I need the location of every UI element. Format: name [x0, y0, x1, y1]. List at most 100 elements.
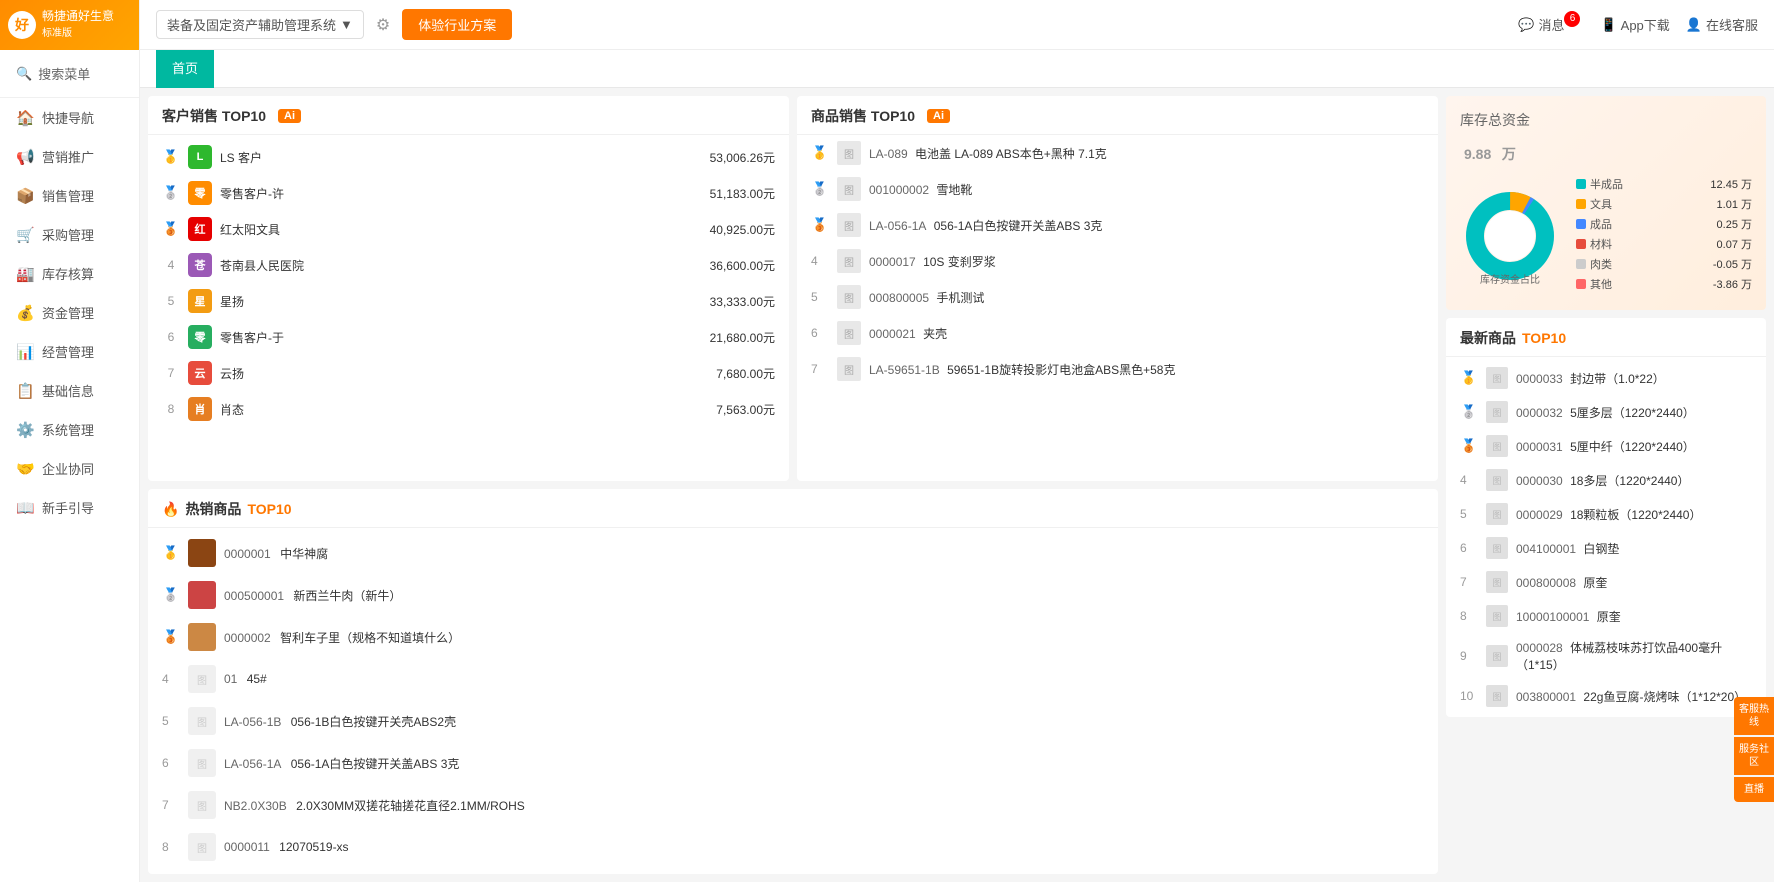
hot-product-code: LA-056-1A — [224, 757, 281, 771]
inventory-icon: 🏭 — [16, 265, 34, 283]
purchase-icon: 🛒 — [16, 226, 34, 244]
new-product-code: 0000031 — [1516, 440, 1563, 454]
new-product-code: 0000028 — [1516, 641, 1563, 655]
sidebar-item-label: 经营管理 — [42, 342, 94, 361]
sidebar-item-management[interactable]: 📊 经营管理 — [0, 332, 139, 371]
legend-value: -3.86 万 — [1713, 276, 1752, 292]
system-selector[interactable]: 装备及固定资产辅助管理系统 ▼ — [156, 10, 364, 39]
online-service-button[interactable]: 👤 在线客服 — [1686, 15, 1758, 34]
customer-avatar: 零 — [188, 181, 212, 205]
hot-product-label: 2.0X30MM双搓花轴搓花直径2.1MM/ROHS — [296, 799, 525, 813]
rank-number: 4 — [162, 672, 180, 686]
legend-name: 文具 — [1590, 196, 1612, 212]
new-product-name: 原奎 — [1583, 576, 1607, 590]
search-icon: 🔍 — [16, 66, 32, 82]
search-menu-button[interactable]: 🔍 搜索菜单 — [8, 58, 131, 89]
cs-live-button[interactable]: 直播 — [1734, 777, 1774, 802]
medal-icon: 🥉 — [162, 221, 180, 237]
customer-ranking-item: 4 苍 苍南县人民医院 36,600.00元 — [148, 247, 789, 283]
legend-item: 文具 1.01 万 — [1576, 196, 1752, 212]
legend-label: 肉类 — [1576, 256, 1713, 272]
new-product-thumb: 图 — [1486, 605, 1508, 627]
hot-product-item: 🥇 0000001 中华神腐 — [148, 532, 1438, 574]
legend-value: -0.05 万 — [1713, 256, 1752, 272]
hot-products-title: 热销商品 — [185, 499, 241, 519]
new-product-code: 003800001 — [1516, 690, 1576, 704]
trial-button[interactable]: 体验行业方案 — [402, 9, 512, 40]
new-product-code: 10000100001 — [1516, 610, 1589, 624]
customer-name: 星扬 — [220, 293, 702, 310]
chart-area: 库存资金占比 半成品 12.45 万 文具 1.01 万 成品 0.25 万 — [1460, 176, 1752, 296]
home-icon: 🏠 — [16, 109, 34, 127]
legend-dot — [1576, 179, 1586, 189]
product-thumb: 图 — [188, 833, 216, 861]
sidebar-item-basics[interactable]: 📋 基础信息 — [0, 371, 139, 410]
new-products-header: 最新商品 TOP10 — [1446, 318, 1766, 357]
rank-number: 7 — [162, 798, 180, 812]
hot-product-item: 7 图 NB2.0X30B 2.0X30MM双搓花轴搓花直径2.1MM/ROHS — [148, 784, 1438, 826]
customer-name: 零售客户-许 — [220, 185, 702, 202]
rank-number: 8 — [162, 402, 180, 416]
product-image — [188, 623, 216, 651]
hot-product-item: 8 图 0000011 12070519-xs — [148, 826, 1438, 868]
medal-icon: 🥉 — [1460, 438, 1478, 454]
customer-avatar: 红 — [188, 217, 212, 241]
rank-number: 6 — [162, 756, 180, 770]
product-sales-panel: 商品销售 TOP10 Ai 🥇 图 LA-089 电池盖 LA-089 ABS本… — [797, 96, 1438, 481]
logo-icon: 好 — [8, 11, 36, 39]
product-info: 0000021 夹壳 — [869, 325, 1424, 342]
medal-icon: 🥇 — [162, 149, 180, 165]
legend-value: 12.45 万 — [1710, 176, 1752, 192]
customer-avatar: 零 — [188, 325, 212, 349]
product-name: 056-1A白色按键开关盖ABS 3克 — [934, 219, 1103, 233]
rank-number: 4 — [811, 254, 829, 268]
new-product-code: 004100001 — [1516, 542, 1576, 556]
product-info: LA-089 电池盖 LA-089 ABS本色+黑种 7.1克 — [869, 145, 1424, 162]
hot-product-item: 9 图 KK-SD22110H 花语萌偶温分罐罐袋（厚款） — [148, 868, 1438, 874]
sidebar-item-inventory[interactable]: 🏭 库存核算 — [0, 254, 139, 293]
new-product-thumb: 图 — [1486, 435, 1508, 457]
sidebar-item-sales[interactable]: 📦 销售管理 — [0, 176, 139, 215]
sidebar-item-purchase[interactable]: 🛒 采购管理 — [0, 215, 139, 254]
customer-ranking-item: 6 零 零售客户-于 21,680.00元 — [148, 319, 789, 355]
hot-product-item: 4 图 01 45# — [148, 658, 1438, 700]
sidebar-item-collab[interactable]: 🤝 企业协同 — [0, 449, 139, 488]
sidebar-item-quick-nav[interactable]: 🏠 快捷导航 — [0, 98, 139, 137]
rank-number: 5 — [162, 294, 180, 308]
legend-label: 成品 — [1576, 216, 1717, 232]
tab-home[interactable]: 首页 — [156, 50, 214, 88]
customer-ranking-item: 🥇 L LS 客户 53,006.26元 — [148, 139, 789, 175]
rank-number: 4 — [1460, 473, 1478, 487]
gear-icon[interactable]: ⚙ — [376, 15, 390, 35]
hot-product-name: 000500001 新西兰牛肉（新牛） — [224, 587, 1424, 604]
legend-name: 半成品 — [1590, 176, 1623, 192]
new-product-name: 5厘多层（1220*2440） — [1570, 406, 1695, 420]
cs-community-button[interactable]: 服务社区 — [1734, 737, 1774, 775]
app-download-button[interactable]: 📱 App下载 — [1600, 15, 1669, 34]
sidebar-item-marketing[interactable]: 📢 营销推广 — [0, 137, 139, 176]
sidebar-item-label: 销售管理 — [42, 186, 94, 205]
legend-item: 材料 0.07 万 — [1576, 236, 1752, 252]
hot-product-label: 056-1B白色按键开关壳ABS2壳 — [291, 715, 456, 729]
fire-icon: 🔥 — [162, 501, 179, 518]
cs-hotline-button[interactable]: 客服热线 — [1734, 697, 1774, 735]
legend-name: 肉类 — [1590, 256, 1612, 272]
management-icon: 📊 — [16, 343, 34, 361]
topbar: 装备及固定资产辅助管理系统 ▼ ⚙ 体验行业方案 💬 消息 6 📱 App下载 … — [140, 0, 1774, 50]
legend-label: 文具 — [1576, 196, 1717, 212]
hot-product-name: LA-056-1B 056-1B白色按键开关壳ABS2壳 — [224, 713, 1424, 730]
sidebar-item-system[interactable]: ⚙️ 系统管理 — [0, 410, 139, 449]
new-product-thumb: 图 — [1486, 537, 1508, 559]
sidebar-item-guide[interactable]: 📖 新手引导 — [0, 488, 139, 527]
sidebar-item-finance[interactable]: 💰 资金管理 — [0, 293, 139, 332]
hot-product-code: NB2.0X30B — [224, 799, 287, 813]
message-button[interactable]: 💬 消息 6 — [1518, 15, 1584, 34]
product-info: 001000002 雪地靴 — [869, 181, 1424, 198]
new-product-name: 5厘中纤（1220*2440） — [1570, 440, 1695, 454]
new-product-item: 10 图 003800001 22g鱼豆腐-烧烤味（1*12*20） — [1446, 679, 1766, 713]
product-code: 001000002 — [869, 183, 929, 197]
product-name: 10S 变刹罗浆 — [923, 255, 996, 269]
product-code: LA-59651-1B — [869, 363, 940, 377]
hot-product-code: 0000001 — [224, 547, 271, 561]
legend-label: 半成品 — [1576, 176, 1710, 192]
